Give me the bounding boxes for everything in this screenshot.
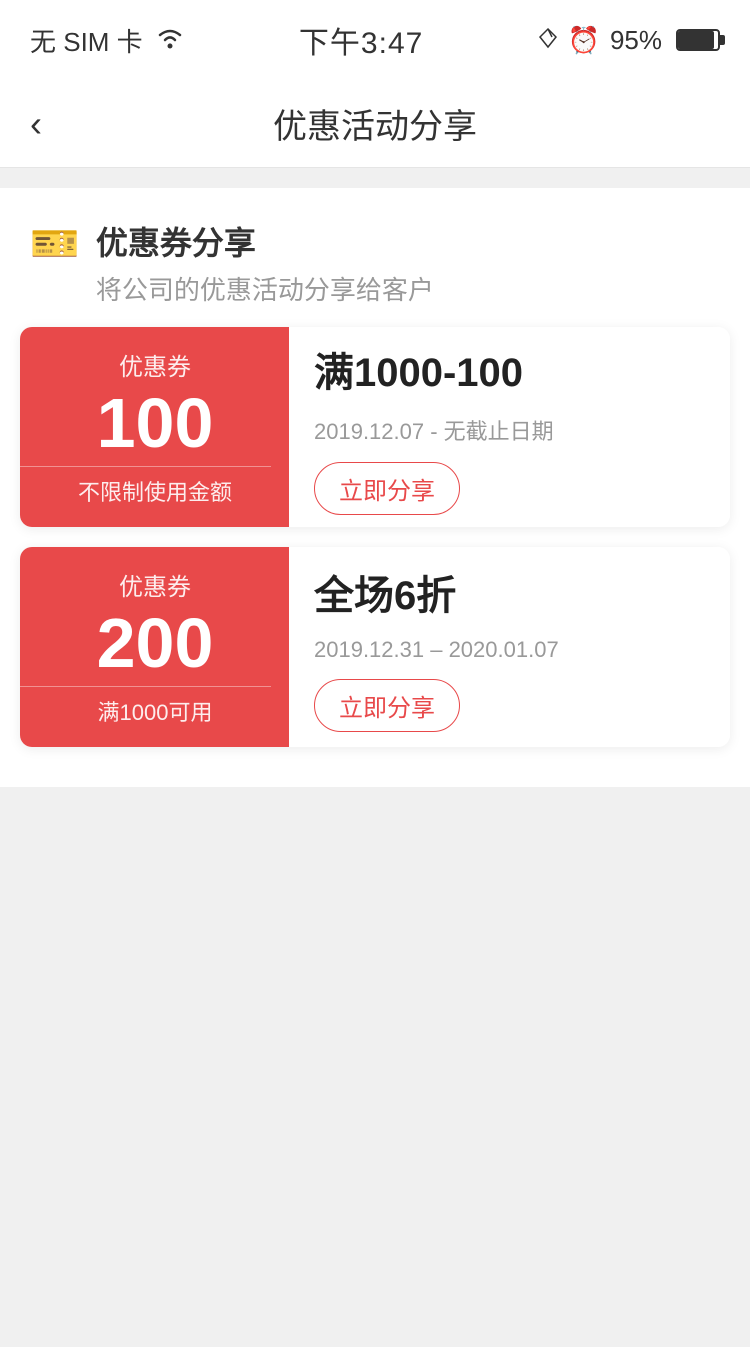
- section-text: 优惠券分享 将公司的优惠活动分享给客户: [96, 218, 434, 307]
- coupon-title-1: 满1000-100: [314, 340, 706, 398]
- coupon-card-2: 优惠券 200 满1000可用 全场6折 2019.12.31 – 2020.0…: [20, 547, 730, 747]
- coupon-label-1: 优惠券: [119, 347, 191, 382]
- section-title: 优惠券分享: [96, 218, 434, 264]
- battery-label: 95%: [610, 25, 662, 56]
- status-right: ⏰ 95%: [538, 25, 720, 56]
- location-icon: [538, 25, 558, 56]
- page-title: 优惠活动分享: [273, 99, 477, 148]
- coupon-amount-1: 100: [97, 388, 214, 458]
- share-button-1[interactable]: 立即分享: [314, 462, 460, 515]
- coupon-condition-1: 不限制使用金额: [20, 466, 290, 507]
- coupon-right-1: 满1000-100 2019.12.07 - 无截止日期 立即分享: [290, 327, 730, 527]
- alarm-icon: ⏰: [568, 25, 600, 56]
- coupon-list: 优惠券 100 不限制使用金额 满1000-100 2019.12.07 - 无…: [0, 327, 750, 787]
- coupon-left-2: 优惠券 200 满1000可用: [20, 547, 290, 747]
- coupon-icon: 🎫: [30, 220, 80, 267]
- section-subtitle: 将公司的优惠活动分享给客户: [96, 270, 434, 307]
- coupon-condition-2: 满1000可用: [20, 686, 290, 727]
- share-button-2[interactable]: 立即分享: [314, 679, 460, 732]
- section-header: 🎫 优惠券分享 将公司的优惠活动分享给客户: [0, 188, 750, 327]
- battery-fill: [678, 31, 714, 49]
- coupon-right-2: 全场6折 2019.12.31 – 2020.01.07 立即分享: [290, 547, 730, 747]
- coupon-label-2: 优惠券: [119, 567, 191, 602]
- coupon-meta-1: 2019.12.07 - 无截止日期: [314, 414, 706, 446]
- coupon-card-1: 优惠券 100 不限制使用金额 满1000-100 2019.12.07 - 无…: [20, 327, 730, 527]
- nav-bar: ‹ 优惠活动分享: [0, 80, 750, 168]
- status-time: 下午3:47: [299, 18, 423, 62]
- coupon-title-2: 全场6折: [314, 563, 706, 621]
- battery-icon: [676, 29, 720, 51]
- empty-area: [0, 787, 750, 1347]
- carrier-label: 无 SIM 卡: [30, 22, 143, 59]
- coupon-left-1: 优惠券 100 不限制使用金额: [20, 327, 290, 527]
- back-button[interactable]: ‹: [30, 103, 42, 145]
- wifi-icon: [155, 25, 185, 56]
- coupon-amount-2: 200: [97, 608, 214, 678]
- status-left: 无 SIM 卡: [30, 22, 185, 59]
- coupon-meta-2: 2019.12.31 – 2020.01.07: [314, 637, 706, 663]
- status-bar: 无 SIM 卡 下午3:47 ⏰ 95%: [0, 0, 750, 80]
